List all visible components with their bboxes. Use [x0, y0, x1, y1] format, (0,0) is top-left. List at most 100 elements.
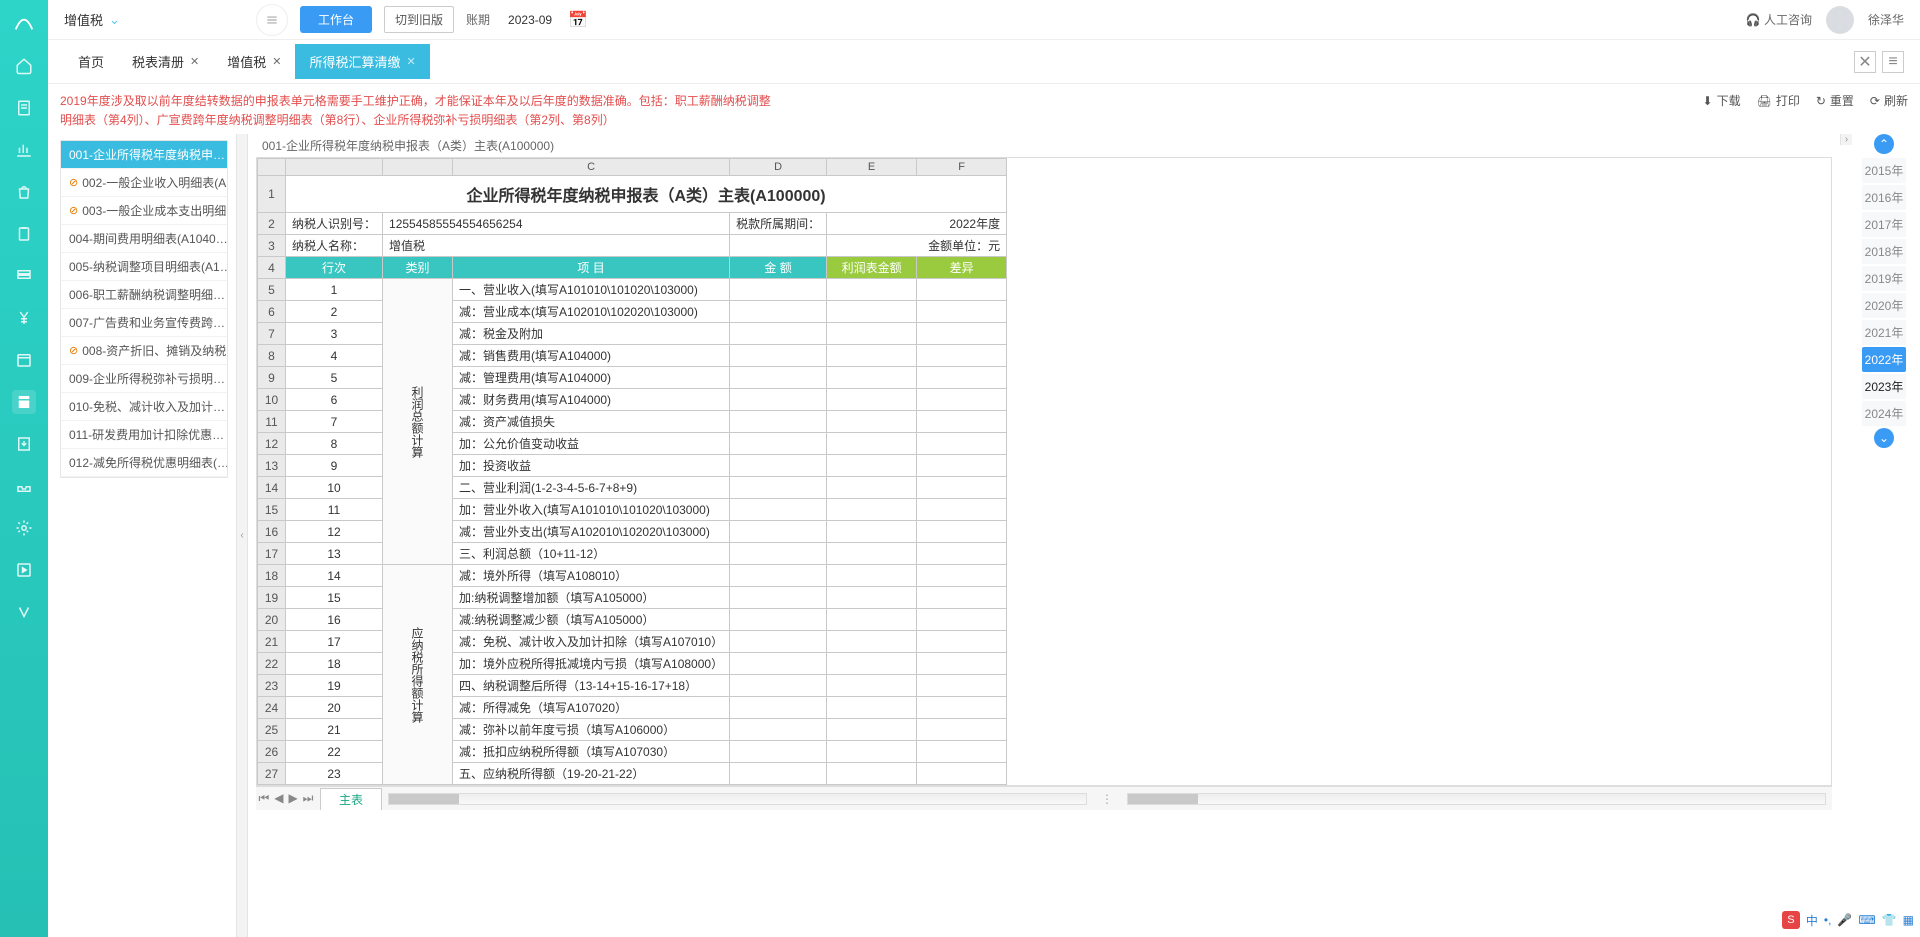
- amount-cell[interactable]: [730, 477, 827, 499]
- scroll-down-icon[interactable]: ⌄: [1874, 428, 1894, 448]
- chart-icon[interactable]: [12, 138, 36, 162]
- diff-cell[interactable]: [917, 323, 1007, 345]
- amount-cell[interactable]: [730, 565, 827, 587]
- year-button[interactable]: 2020年: [1862, 293, 1906, 318]
- amount-cell[interactable]: [730, 521, 827, 543]
- year-button[interactable]: 2015年: [1862, 158, 1906, 183]
- year-button[interactable]: 2023年: [1862, 374, 1906, 399]
- year-button[interactable]: 2021年: [1862, 320, 1906, 345]
- pl-cell[interactable]: [827, 411, 917, 433]
- switch-old-button[interactable]: 切到旧版: [384, 6, 454, 33]
- sheet-scroll[interactable]: CDEF 1企业所得税年度纳税申报表（A类）主表(A100000) 2纳税人识别…: [256, 157, 1832, 786]
- diff-cell[interactable]: [917, 345, 1007, 367]
- amount-cell[interactable]: [730, 345, 827, 367]
- amount-cell[interactable]: [730, 433, 827, 455]
- workspace-button[interactable]: 工作台: [300, 6, 372, 33]
- year-button[interactable]: 2017年: [1862, 212, 1906, 237]
- pl-cell[interactable]: [827, 587, 917, 609]
- tax-icon[interactable]: [12, 390, 36, 414]
- form-item[interactable]: 001-企业所得税年度纳税申…: [61, 141, 227, 169]
- print-action[interactable]: 🖨 打印: [1757, 92, 1800, 109]
- amount-cell[interactable]: [730, 279, 827, 301]
- diff-cell[interactable]: [917, 499, 1007, 521]
- pl-cell[interactable]: [827, 301, 917, 323]
- pl-cell[interactable]: [827, 763, 917, 785]
- amount-cell[interactable]: [730, 719, 827, 741]
- amount-cell[interactable]: [730, 741, 827, 763]
- pl-cell[interactable]: [827, 543, 917, 565]
- diff-cell[interactable]: [917, 741, 1007, 763]
- year-button[interactable]: 2019年: [1862, 266, 1906, 291]
- diff-cell[interactable]: [917, 565, 1007, 587]
- diff-cell[interactable]: [917, 653, 1007, 675]
- close-icon[interactable]: ✕: [190, 55, 199, 68]
- horizontal-scrollbar[interactable]: [1127, 793, 1826, 805]
- year-button[interactable]: 2022年: [1862, 347, 1906, 372]
- export-icon[interactable]: [12, 432, 36, 456]
- form-item[interactable]: 007-广告费和业务宣传费跨…: [61, 309, 227, 337]
- close-icon[interactable]: ✕: [407, 55, 416, 68]
- pl-cell[interactable]: [827, 279, 917, 301]
- sheet-nav-next[interactable]: ▶: [288, 791, 297, 806]
- diff-cell[interactable]: [917, 675, 1007, 697]
- ime-punct-icon[interactable]: •,: [1824, 913, 1832, 927]
- ime-mic-icon[interactable]: 🎤: [1837, 913, 1852, 927]
- period-value[interactable]: 2023-09: [508, 13, 552, 27]
- refresh-action[interactable]: ⟳ 刷新: [1870, 92, 1908, 109]
- pl-cell[interactable]: [827, 741, 917, 763]
- form-item[interactable]: ⊘002-一般企业收入明细表(A1…: [61, 169, 227, 197]
- collapse-left-handle[interactable]: ‹: [236, 134, 248, 937]
- tab-0[interactable]: 首页: [64, 44, 118, 79]
- diff-cell[interactable]: [917, 697, 1007, 719]
- diff-cell[interactable]: [917, 609, 1007, 631]
- download-action[interactable]: ⬇ 下载: [1703, 92, 1741, 109]
- diff-cell[interactable]: [917, 279, 1007, 301]
- amount-cell[interactable]: [730, 609, 827, 631]
- amount-cell[interactable]: [730, 543, 827, 565]
- amount-cell[interactable]: [730, 499, 827, 521]
- horizontal-scrollbar[interactable]: [388, 793, 1087, 805]
- pl-cell[interactable]: [827, 433, 917, 455]
- calendar-picker-icon[interactable]: 📅: [568, 10, 588, 30]
- diff-cell[interactable]: [917, 433, 1007, 455]
- more-tabs-icon[interactable]: ≡: [1882, 51, 1904, 73]
- list-icon[interactable]: [256, 4, 288, 36]
- calendar-icon[interactable]: [12, 348, 36, 372]
- amount-cell[interactable]: [730, 389, 827, 411]
- org-selector[interactable]: 增值税 ⌄: [64, 10, 244, 29]
- diff-cell[interactable]: [917, 477, 1007, 499]
- yen-icon[interactable]: [12, 306, 36, 330]
- pl-cell[interactable]: [827, 345, 917, 367]
- diff-cell[interactable]: [917, 587, 1007, 609]
- bag-icon[interactable]: [12, 180, 36, 204]
- amount-cell[interactable]: [730, 697, 827, 719]
- v-icon[interactable]: [12, 600, 36, 624]
- ime-logo-icon[interactable]: S: [1782, 911, 1800, 929]
- pl-cell[interactable]: [827, 565, 917, 587]
- tab-2[interactable]: 增值税✕: [213, 44, 295, 79]
- doc-icon[interactable]: [12, 96, 36, 120]
- ime-skin-icon[interactable]: 👕: [1882, 913, 1897, 927]
- sheet-nav-prev[interactable]: ◀: [274, 791, 283, 806]
- pl-cell[interactable]: [827, 499, 917, 521]
- close-icon[interactable]: ✕: [272, 55, 281, 68]
- amount-cell[interactable]: [730, 675, 827, 697]
- form-item[interactable]: 012-减免所得税优惠明细表(…: [61, 449, 227, 477]
- amount-cell[interactable]: [730, 631, 827, 653]
- form-item[interactable]: 010-免税、减计收入及加计…: [61, 393, 227, 421]
- pl-cell[interactable]: [827, 455, 917, 477]
- diff-cell[interactable]: [917, 719, 1007, 741]
- amount-cell[interactable]: [730, 763, 827, 785]
- amount-cell[interactable]: [730, 653, 827, 675]
- gear-icon[interactable]: [12, 516, 36, 540]
- play-icon[interactable]: [12, 558, 36, 582]
- form-item[interactable]: 006-职工薪酬纳税调整明细…: [61, 281, 227, 309]
- form-item[interactable]: 005-纳税调整项目明细表(A1…: [61, 253, 227, 281]
- diff-cell[interactable]: [917, 411, 1007, 433]
- pl-cell[interactable]: [827, 323, 917, 345]
- inbox-icon[interactable]: [12, 474, 36, 498]
- pl-cell[interactable]: [827, 675, 917, 697]
- pl-cell[interactable]: [827, 697, 917, 719]
- form-item[interactable]: ⊘008-资产折旧、摊销及纳税…: [61, 337, 227, 365]
- year-button[interactable]: 2018年: [1862, 239, 1906, 264]
